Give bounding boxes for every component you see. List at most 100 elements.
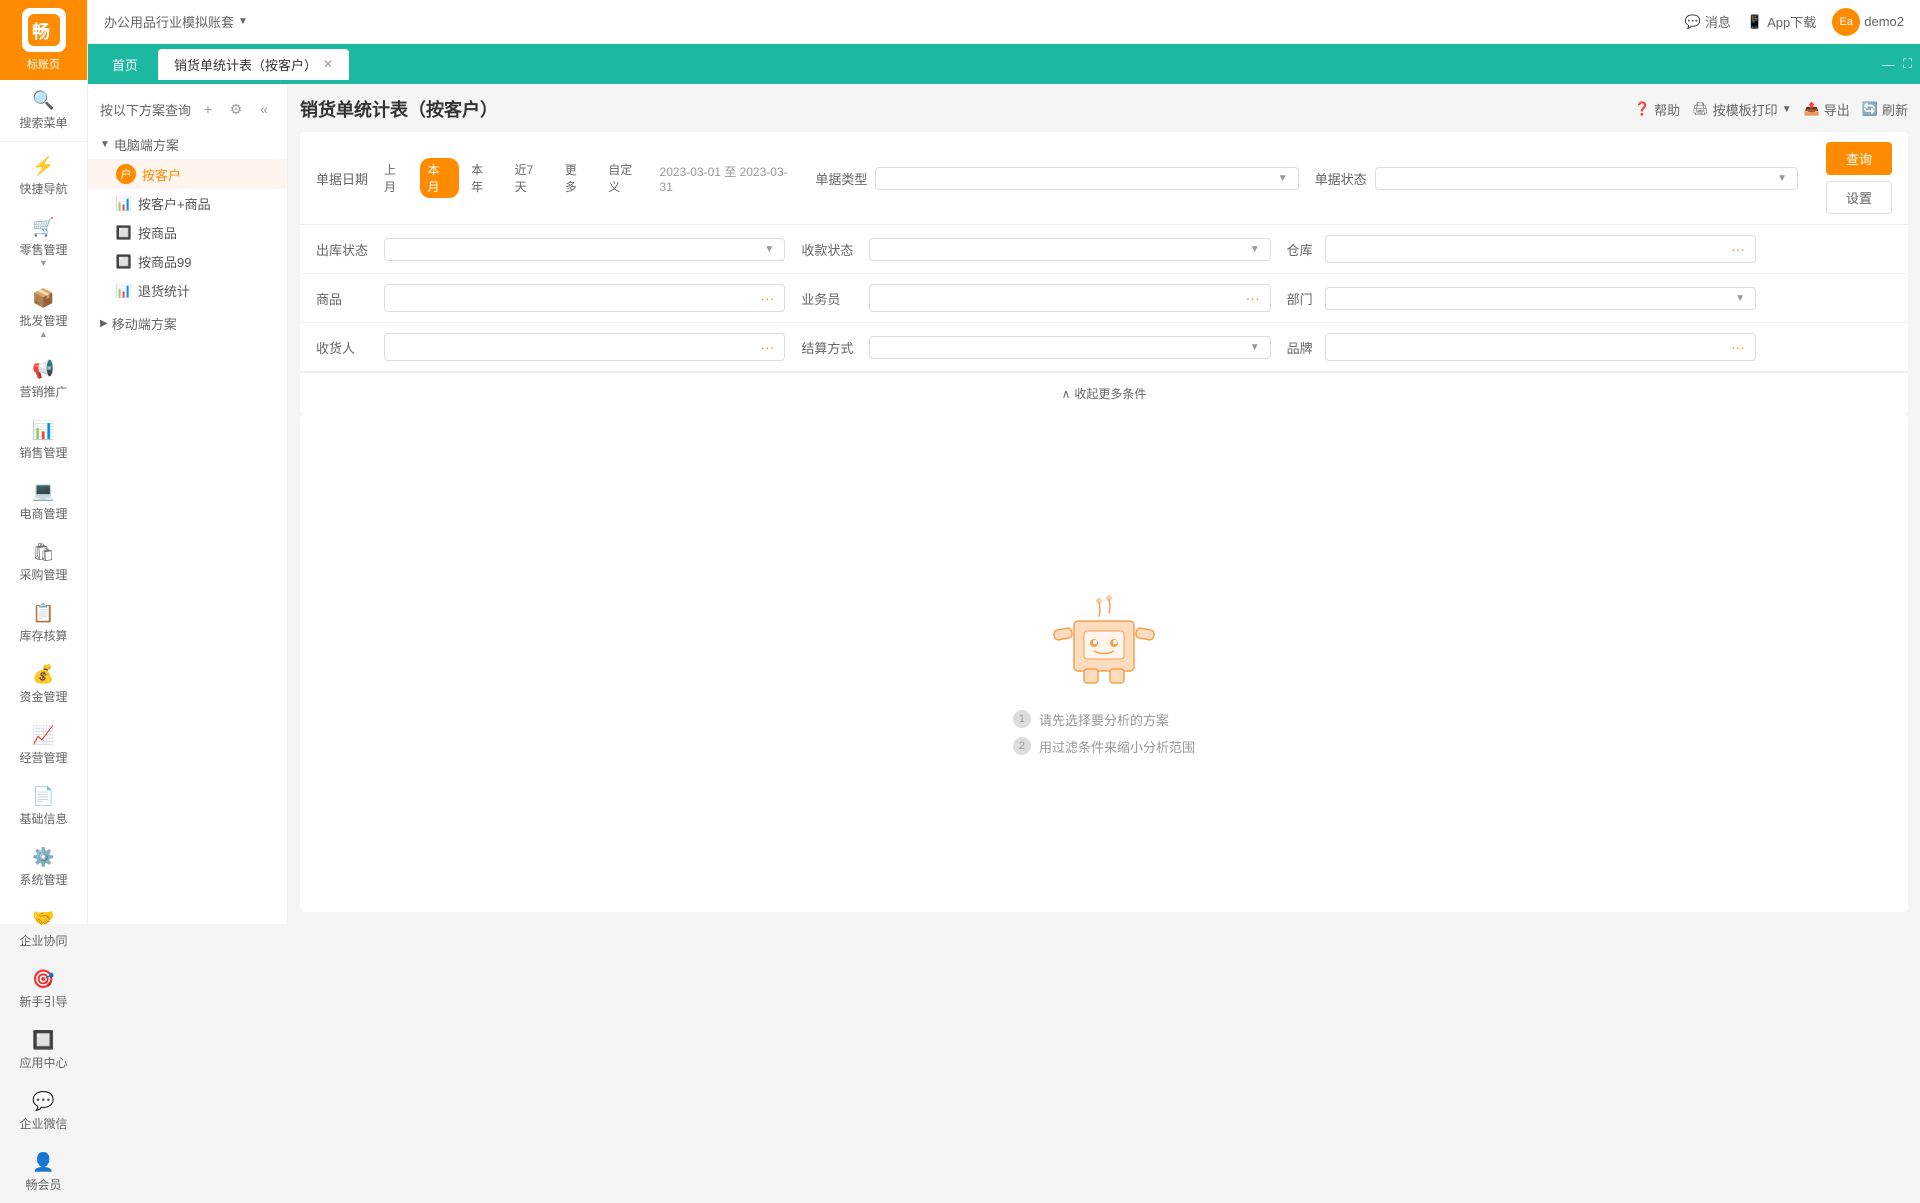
goods99-icon: 🔲	[116, 254, 132, 270]
top-header: 办公用品行业模拟账套 ▼ 💬 消息 📱 App下载 Ea demo2	[88, 0, 1920, 44]
salesperson-input[interactable]: ···	[869, 284, 1270, 312]
date-tab-last-month[interactable]: 上月	[376, 158, 416, 198]
date-tab-custom[interactable]: 自定义	[600, 158, 651, 198]
collection-status-select[interactable]: ▼	[869, 238, 1270, 261]
account-dropdown[interactable]: 办公用品行业模拟账套 ▼	[104, 12, 248, 31]
sidebar-item-enterprise[interactable]: 🤝 企业协同	[0, 898, 87, 959]
desktop-group-label: 电脑端方案	[114, 135, 179, 154]
app-center-icon: 🔲	[32, 1030, 54, 1051]
warehouse-input[interactable]: ···	[1325, 235, 1756, 263]
empty-tip-2: 2 用过滤条件来缩小分析范围	[1013, 737, 1195, 756]
receiver-label: 收货人	[316, 338, 376, 357]
scheme-header-label: 按以下方案查询	[100, 100, 191, 119]
scheme-item-label: 按商品99	[138, 252, 191, 271]
scheme-item-by-customer[interactable]: 户 按客户	[88, 159, 287, 189]
salesperson-label: 业务员	[801, 289, 861, 308]
scheme-header-actions: + ⚙ «	[197, 98, 275, 120]
scheme-group-desktop-toggle[interactable]: ▼ 电脑端方案	[88, 130, 287, 159]
sidebar-item-operations[interactable]: 📈 经营管理	[0, 715, 87, 776]
sidebar-item-system[interactable]: ⚙️ 系统管理	[0, 837, 87, 898]
tab-home-label: 首页	[112, 55, 138, 74]
order-status-chevron: ▼	[1777, 173, 1787, 184]
collection-status-group: 收款状态 ▼	[801, 238, 1270, 261]
wechat-icon: 💬	[32, 1091, 54, 1112]
filter-row-4: 收货人 ··· 结算方式 ▼ 品牌	[300, 323, 1908, 372]
sidebar-item-purchase[interactable]: 🛍 采购管理	[0, 532, 87, 593]
tab-minimize-icon[interactable]: —	[1882, 57, 1895, 72]
settings-button[interactable]: 设置	[1826, 181, 1892, 214]
settlement-group: 结算方式 ▼	[801, 336, 1270, 359]
page-content: 按以下方案查询 + ⚙ « ▼ 电脑端方案	[88, 84, 1920, 924]
warehouse-label: 仓库	[1287, 240, 1317, 259]
sidebar-item-label: 批发管理	[19, 312, 67, 329]
print-button[interactable]: 🖨 按模板打印 ▼	[1692, 100, 1791, 119]
order-status-select[interactable]: ▼	[1375, 167, 1798, 190]
sidebar-item-wholesale[interactable]: 📦 批发管理 ▲	[0, 278, 87, 349]
department-select[interactable]: ▼	[1325, 287, 1756, 310]
sidebar-item-ecommerce[interactable]: 💻 电商管理	[0, 471, 87, 532]
tab-sales-stats[interactable]: 销货单统计表（按客户） ✕	[158, 49, 349, 80]
query-button[interactable]: 查询	[1826, 142, 1892, 175]
scheme-item-by-goods[interactable]: 🔲 按商品	[88, 218, 287, 247]
sidebar-item-label: 畅会员	[25, 1176, 61, 1193]
date-tab-this-month[interactable]: 本月	[420, 158, 460, 198]
scheme-item-by-customer-goods[interactable]: 📊 按客户+商品	[88, 189, 287, 218]
out-status-select[interactable]: ▼	[384, 238, 785, 261]
export-button[interactable]: 📤 导出	[1804, 100, 1850, 119]
receiver-input[interactable]: ···	[384, 333, 785, 361]
sidebar-item-marketing[interactable]: 📢 营销推广	[0, 349, 87, 410]
tab-home[interactable]: 首页	[96, 49, 154, 80]
sidebar-item-member[interactable]: 👤 畅会员	[0, 1142, 87, 1203]
export-label: 导出	[1824, 100, 1850, 119]
export-icon: 📤	[1804, 101, 1820, 117]
search-icon: 🔍	[32, 90, 54, 111]
filter-row-2: 出库状态 ▼ 收款状态 ▼ 仓库	[300, 225, 1908, 274]
help-button[interactable]: ❓ 帮助	[1634, 100, 1680, 119]
order-type-select[interactable]: ▼	[875, 167, 1298, 190]
desktop-group-arrow: ▼	[100, 139, 110, 150]
account-name: 办公用品行业模拟账套	[104, 12, 234, 31]
messages-button[interactable]: 💬 消息	[1685, 12, 1731, 31]
scheme-add-button[interactable]: +	[197, 98, 219, 120]
sidebar-item-sales[interactable]: 📊 销售管理	[0, 410, 87, 471]
sidebar-item-label: 系统管理	[19, 871, 67, 888]
goods-input[interactable]: ···	[384, 284, 785, 312]
messages-label: 消息	[1705, 12, 1731, 31]
date-tab-more[interactable]: 更多	[557, 158, 597, 198]
sidebar-item-search-menu[interactable]: 🔍 搜索菜单	[0, 80, 87, 142]
refresh-button[interactable]: 🔄 刷新	[1862, 100, 1908, 119]
scheme-collapse-button[interactable]: «	[253, 98, 275, 120]
print-icon: 🖨	[1692, 101, 1709, 117]
print-dropdown-icon: ▼	[1782, 104, 1792, 115]
scheme-item-return-stats[interactable]: 📊 退货统计	[88, 276, 287, 305]
date-tab-7days[interactable]: 近7天	[507, 158, 553, 198]
sidebar-item-finance[interactable]: 💰 资金管理	[0, 654, 87, 715]
collapse-button[interactable]: ∧ 收起更多条件	[1056, 379, 1153, 408]
empty-svg	[1044, 571, 1164, 691]
settlement-select[interactable]: ▼	[869, 336, 1270, 359]
tab-maximize-icon[interactable]: ⛶	[1903, 56, 1912, 72]
sidebar-item-inventory[interactable]: 📋 库存核算	[0, 593, 87, 654]
scheme-item-label: 按商品	[138, 223, 177, 242]
scheme-settings-button[interactable]: ⚙	[225, 98, 247, 120]
date-tab-this-year[interactable]: 本年	[463, 158, 503, 198]
scheme-panel: 按以下方案查询 + ⚙ « ▼ 电脑端方案	[88, 84, 288, 924]
sidebar-item-app-center[interactable]: 🔲 应用中心	[0, 1020, 87, 1081]
brand-input[interactable]: ···	[1325, 333, 1756, 361]
sidebar-item-wechat[interactable]: 💬 企业微信	[0, 1081, 87, 1142]
sidebar-item-label: 营销推广	[19, 383, 67, 400]
sidebar-item-newbie[interactable]: 🎯 新手引导	[0, 959, 87, 1020]
sidebar-item-basic-info[interactable]: 📄 基础信息	[0, 776, 87, 837]
sidebar-item-quick-nav[interactable]: ⚡ 快捷导航	[0, 146, 87, 207]
app-download-button[interactable]: 📱 App下载	[1747, 12, 1816, 31]
page-actions: ❓ 帮助 🖨 按模板打印 ▼ 📤 导出 🔄 刷新	[1634, 100, 1908, 119]
sidebar-item-label: 库存核算	[19, 627, 67, 644]
sidebar-item-retail[interactable]: 🛒 零售管理 ▼	[0, 207, 87, 278]
refresh-label: 刷新	[1882, 100, 1908, 119]
scheme-group-mobile-toggle[interactable]: ▶ 移动端方案	[88, 309, 287, 338]
dropdown-arrow-icon: ▼	[238, 16, 248, 27]
scheme-item-by-goods99[interactable]: 🔲 按商品99	[88, 247, 287, 276]
wholesale-icon: 📦	[32, 288, 54, 309]
user-profile-button[interactable]: Ea demo2	[1832, 8, 1904, 36]
tab-close-icon[interactable]: ✕	[323, 57, 333, 71]
